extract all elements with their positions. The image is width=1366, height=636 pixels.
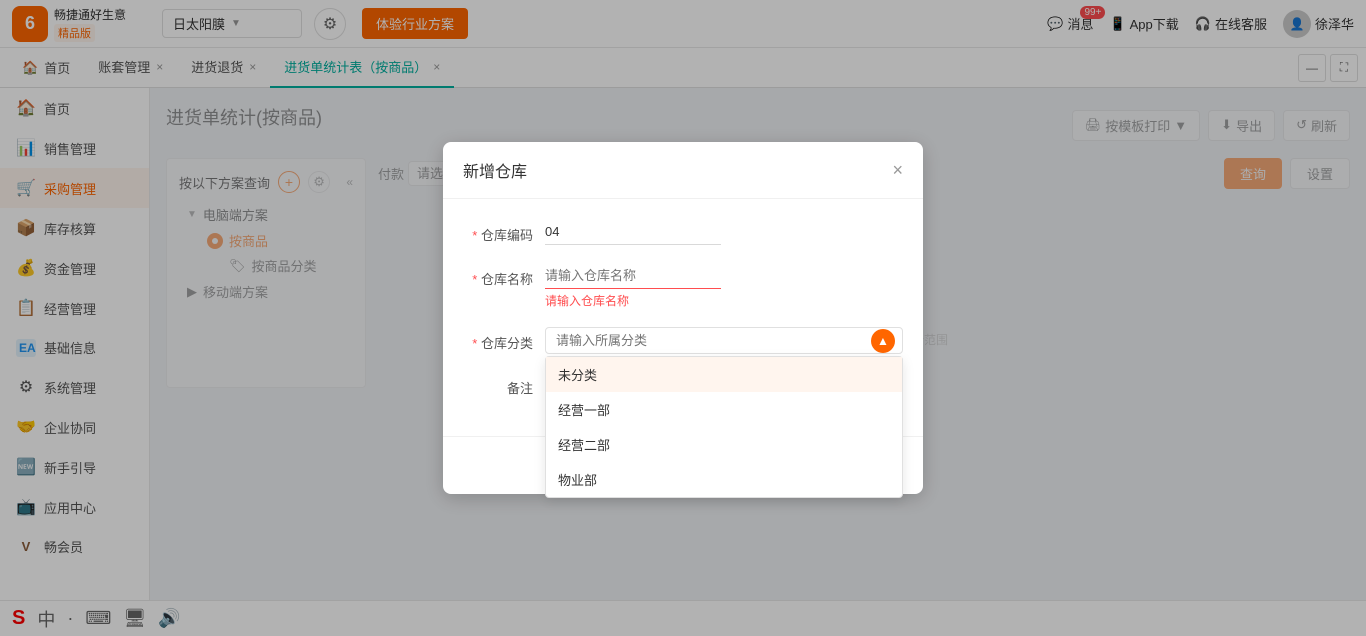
name-error-message: 请输入仓库名称	[545, 292, 903, 309]
add-warehouse-modal: 新增仓库 × * 仓库编码 * 仓库名称 请输入仓库名称	[443, 142, 923, 494]
category-required-mark: *	[472, 336, 477, 351]
modal-header: 新增仓库 ×	[443, 142, 923, 199]
category-field-row: * 仓库分类 ▲ 未分类 经营一部 经营二部 物业部	[463, 327, 903, 354]
dropdown-item-uncategorized[interactable]: 未分类	[546, 357, 902, 392]
name-field-wrap: 请输入仓库名称	[545, 263, 903, 309]
dropdown-item-dept1[interactable]: 经营一部	[546, 392, 902, 427]
code-input[interactable]	[545, 219, 721, 245]
modal-close-button[interactable]: ×	[892, 160, 903, 181]
category-dropdown-toggle[interactable]: ▲	[871, 329, 895, 353]
modal-title: 新增仓库	[463, 158, 527, 182]
name-label: * 仓库名称	[463, 263, 533, 288]
category-input[interactable]	[545, 327, 903, 354]
name-input[interactable]	[545, 263, 721, 289]
category-label: * 仓库分类	[463, 327, 533, 352]
dropdown-item-dept2[interactable]: 经营二部	[546, 427, 902, 462]
modal-body: * 仓库编码 * 仓库名称 请输入仓库名称 * 仓库分类	[443, 199, 923, 436]
name-field-row: * 仓库名称 请输入仓库名称	[463, 263, 903, 309]
code-required-mark: *	[472, 228, 477, 243]
notes-label: 备注	[463, 372, 533, 397]
name-required-mark: *	[472, 272, 477, 287]
code-field-wrap	[545, 219, 903, 245]
code-label: * 仓库编码	[463, 219, 533, 244]
category-dropdown: 未分类 经营一部 经营二部 物业部	[545, 356, 903, 498]
code-field-row: * 仓库编码	[463, 219, 903, 245]
dropdown-item-property[interactable]: 物业部	[546, 462, 902, 497]
category-field-wrap: ▲ 未分类 经营一部 经营二部 物业部	[545, 327, 903, 354]
